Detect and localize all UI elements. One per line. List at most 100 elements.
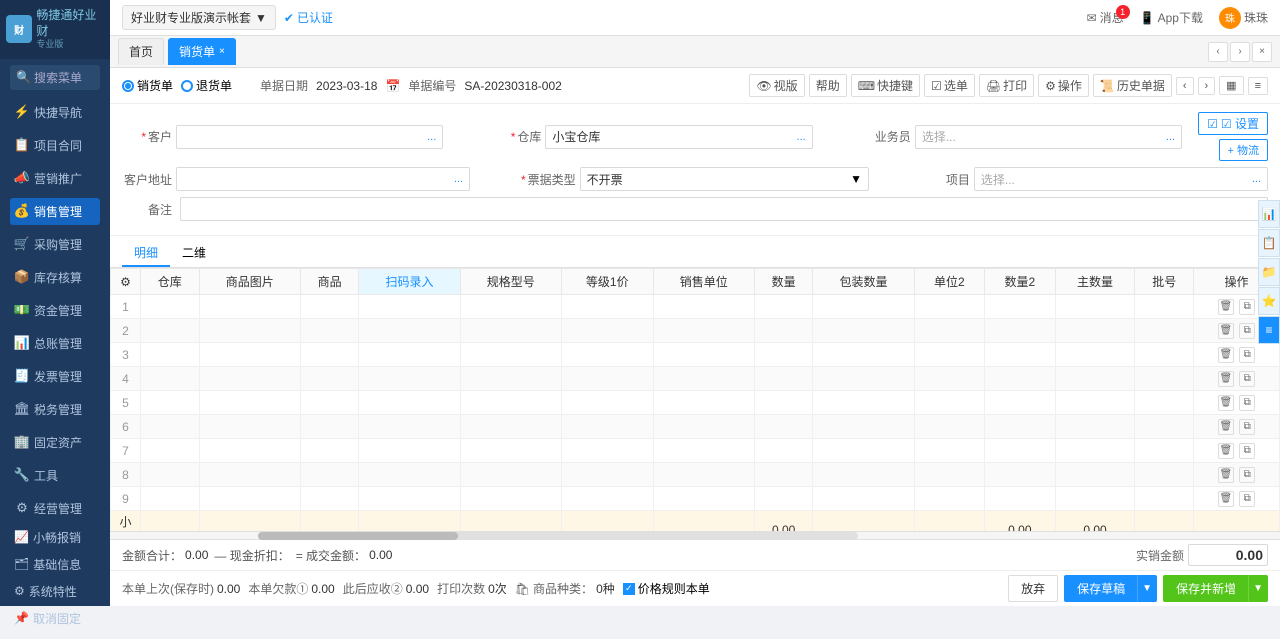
tab-detail[interactable]: 明细 <box>122 240 170 267</box>
right-tool-2[interactable]: 📋 <box>1258 229 1280 257</box>
cell-8-5[interactable] <box>561 463 653 487</box>
copy-icon[interactable]: ⧉ <box>1239 419 1255 435</box>
cell-9-9[interactable] <box>914 487 984 511</box>
delete-icon[interactable]: 🗑 <box>1218 443 1234 459</box>
cell-2-4[interactable] <box>460 319 561 343</box>
cell-9-4[interactable] <box>460 487 561 511</box>
cell-6-11[interactable] <box>1055 415 1135 439</box>
copy-icon[interactable]: ⧉ <box>1239 371 1255 387</box>
table-row[interactable]: 2 🗑 ⧉ <box>111 319 1280 343</box>
tab-sales-order[interactable]: 销货单 × <box>168 38 236 65</box>
cell-4-3[interactable] <box>359 367 460 391</box>
cell-8-3[interactable] <box>359 463 460 487</box>
sidebar-item-reports[interactable]: 📈 小畅报销 <box>10 525 100 550</box>
actual-amount-input[interactable]: 0.00 <box>1188 544 1268 566</box>
cell-5-6[interactable] <box>653 391 754 415</box>
cell-6-1[interactable] <box>199 415 300 439</box>
table-row[interactable]: 5 🗑 ⧉ <box>111 391 1280 415</box>
cell-1-5[interactable] <box>561 295 653 319</box>
abandon-button[interactable]: 放弃 <box>1008 575 1058 602</box>
cell-8-6[interactable] <box>653 463 754 487</box>
cell-8-8[interactable] <box>813 463 914 487</box>
cell-9-5[interactable] <box>561 487 653 511</box>
user-menu[interactable]: 珠 珠珠 <box>1219 7 1268 29</box>
cell-5-8[interactable] <box>813 391 914 415</box>
note-input[interactable] <box>180 197 1268 221</box>
cell-9-10[interactable] <box>985 487 1055 511</box>
cell-8-11[interactable] <box>1055 463 1135 487</box>
cell-4-5[interactable] <box>561 367 653 391</box>
cell-9-3[interactable] <box>359 487 460 511</box>
invoice-type-select[interactable]: 不开票 ▼ <box>580 167 869 191</box>
sidebar-item-invoice[interactable]: 🧾 发票管理 <box>10 363 100 390</box>
cell-5-3[interactable] <box>359 391 460 415</box>
cell-2-10[interactable] <box>985 319 1055 343</box>
cell-4-10[interactable] <box>985 367 1055 391</box>
copy-icon[interactable]: ⧉ <box>1239 347 1255 363</box>
table-row[interactable]: 1 🗑 ⧉ <box>111 295 1280 319</box>
cell-7-3[interactable] <box>359 439 460 463</box>
cell-6-5[interactable] <box>561 415 653 439</box>
view-button[interactable]: 👁 视版 <box>749 74 804 97</box>
sidebar-search[interactable]: 🔍 搜索菜单 <box>10 65 100 90</box>
sidebar-item-assets[interactable]: 🏢 固定资产 <box>10 429 100 456</box>
sidebar-item-operations[interactable]: ⚙ 经营管理 <box>10 495 100 522</box>
cell-8-0[interactable] <box>141 463 200 487</box>
cell-8-4[interactable] <box>460 463 561 487</box>
warehouse-dots[interactable]: ... <box>797 131 806 143</box>
cell-8-2[interactable] <box>300 463 359 487</box>
cell-7-11[interactable] <box>1055 439 1135 463</box>
ops-button[interactable]: ⚙ 操作 <box>1038 74 1089 97</box>
logistics-button[interactable]: + 物流 <box>1219 139 1268 161</box>
sidebar-item-basic[interactable]: 🗂 基础信息 <box>10 552 100 577</box>
cell-6-3[interactable] <box>359 415 460 439</box>
cell-3-1[interactable] <box>199 343 300 367</box>
cell-6-6[interactable] <box>653 415 754 439</box>
cell-8-1[interactable] <box>199 463 300 487</box>
copy-icon[interactable]: ⧉ <box>1239 491 1255 507</box>
cell-2-7[interactable] <box>754 319 813 343</box>
tab-close-icon[interactable]: × <box>219 46 225 57</box>
cell-4-6[interactable] <box>653 367 754 391</box>
cell-4-7[interactable] <box>754 367 813 391</box>
sidebar-item-purchase[interactable]: 🛒 采购管理 <box>10 231 100 258</box>
cell-3-7[interactable] <box>754 343 813 367</box>
delete-icon[interactable]: 🗑 <box>1218 419 1234 435</box>
cell-1-6[interactable] <box>653 295 754 319</box>
sidebar-item-project[interactable]: 📋 项目合同 <box>10 132 100 159</box>
cell-6-2[interactable] <box>300 415 359 439</box>
help-button[interactable]: 帮助 <box>809 74 847 97</box>
cell-4-8[interactable] <box>813 367 914 391</box>
staff-dots[interactable]: ... <box>1166 131 1175 143</box>
cell-6-8[interactable] <box>813 415 914 439</box>
cell-3-12[interactable] <box>1135 343 1194 367</box>
cell-2-5[interactable] <box>561 319 653 343</box>
address-dots[interactable]: ... <box>454 173 463 185</box>
cell-5-9[interactable] <box>914 391 984 415</box>
sidebar-item-tools[interactable]: 🔧 工具 <box>10 462 100 489</box>
cell-1-12[interactable] <box>1135 295 1194 319</box>
cell-8-7[interactable] <box>754 463 813 487</box>
tab-next-button[interactable]: › <box>1230 42 1250 62</box>
cell-3-0[interactable] <box>141 343 200 367</box>
cell-7-1[interactable] <box>199 439 300 463</box>
delete-icon[interactable]: 🗑 <box>1218 395 1234 411</box>
cell-9-2[interactable] <box>300 487 359 511</box>
cell-4-0[interactable] <box>141 367 200 391</box>
radio-return[interactable]: 退货单 <box>181 77 232 94</box>
sidebar-item-inventory[interactable]: 📦 库存核算 <box>10 264 100 291</box>
list-view-button[interactable]: ≡ <box>1248 77 1268 95</box>
cell-1-9[interactable] <box>914 295 984 319</box>
cell-8-12[interactable] <box>1135 463 1194 487</box>
cell-7-4[interactable] <box>460 439 561 463</box>
cell-4-9[interactable] <box>914 367 984 391</box>
print-button[interactable]: 🖨 打印 <box>979 74 1034 97</box>
col-gear[interactable]: ⚙ <box>111 269 141 295</box>
cell-7-9[interactable] <box>914 439 984 463</box>
tab-2d[interactable]: 二维 <box>170 240 218 267</box>
cell-3-6[interactable] <box>653 343 754 367</box>
price-policy-checkbox[interactable]: 价格规则本单 <box>623 580 710 597</box>
message-button[interactable]: ✉ 消息 1 <box>1087 9 1124 26</box>
cell-2-1[interactable] <box>199 319 300 343</box>
cell-1-3[interactable] <box>359 295 460 319</box>
